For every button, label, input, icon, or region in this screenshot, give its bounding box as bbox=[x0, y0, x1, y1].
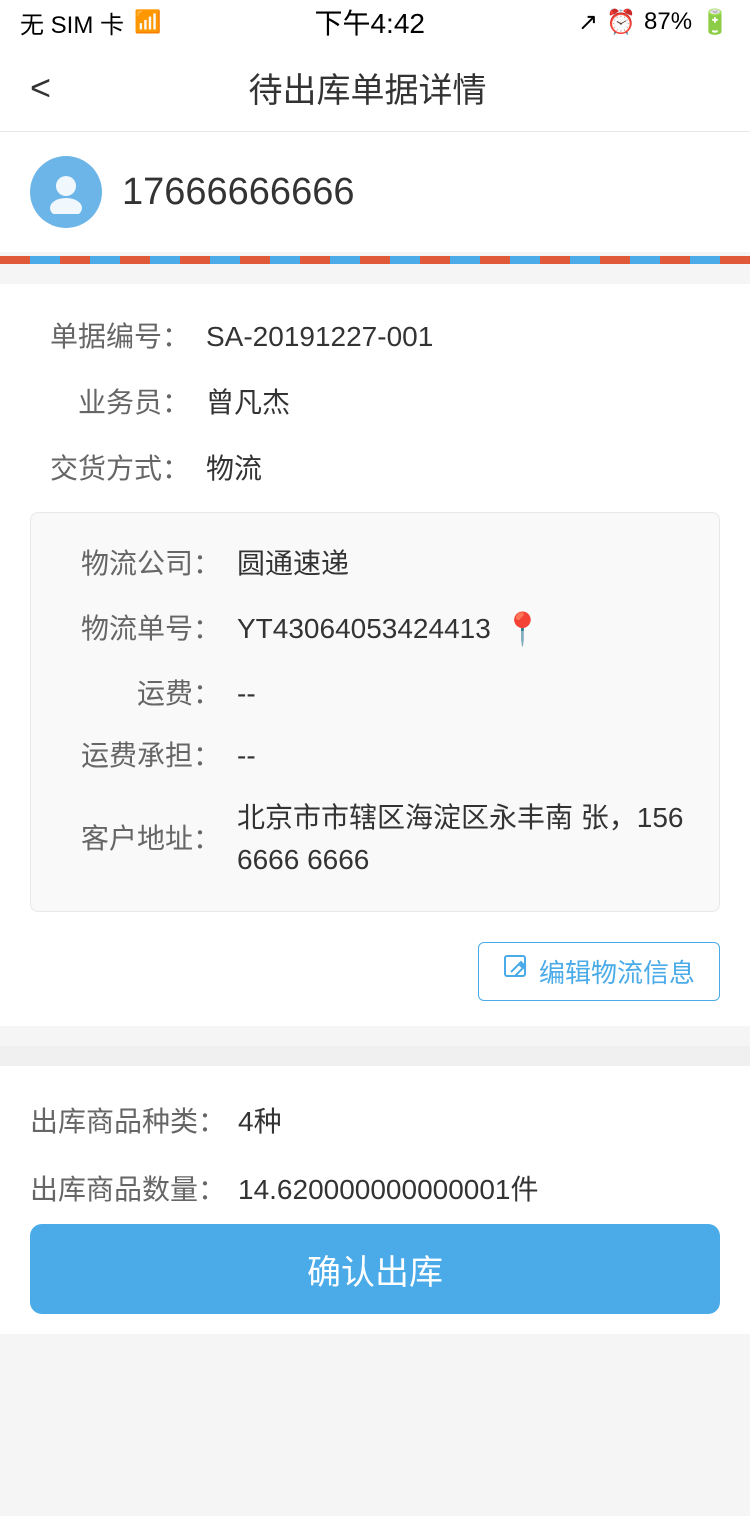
avatar bbox=[30, 156, 102, 228]
status-bar-left: 无 SIM 卡 📶 bbox=[20, 5, 161, 40]
status-bar-right: ↗ ⏰ 87% 🔋 bbox=[578, 8, 730, 37]
dashed-divider bbox=[0, 256, 750, 264]
section-divider bbox=[0, 1046, 750, 1066]
goods-quantity-value: 14.620000000000001件 bbox=[238, 1168, 720, 1208]
status-bar: 无 SIM 卡 📶 下午4:42 ↗ ⏰ 87% 🔋 bbox=[0, 0, 750, 44]
confirm-button-area: 确认出库 bbox=[0, 1204, 750, 1334]
logistics-company-label: 物流公司： bbox=[61, 543, 221, 585]
edit-logistics-label: 编辑物流信息 bbox=[539, 953, 695, 990]
logistics-company-value: 圆通速递 bbox=[237, 543, 689, 585]
customer-section: 17666666666 bbox=[0, 132, 750, 252]
logistics-tracking-value: YT43064053424413 📍 bbox=[237, 605, 689, 653]
salesperson-row: 业务员： 曾凡杰 bbox=[30, 370, 720, 436]
alarm-icon: ⏰ bbox=[606, 8, 636, 37]
edit-logistics-button[interactable]: 编辑物流信息 bbox=[478, 942, 720, 1001]
order-no-label: 单据编号： bbox=[30, 316, 190, 358]
address-label: 客户地址： bbox=[61, 818, 221, 860]
address-value: 北京市市辖区海淀区永丰南 张，156 6666 6666 bbox=[237, 797, 689, 881]
freight-row: 运费： -- bbox=[61, 663, 689, 725]
order-no-value: SA-20191227-001 bbox=[206, 316, 720, 358]
status-bar-time: 下午4:42 bbox=[314, 2, 425, 42]
delivery-value: 物流 bbox=[206, 448, 720, 490]
delivery-label: 交货方式： bbox=[30, 448, 190, 490]
goods-type-row: 出库商品种类： 4种 bbox=[30, 1086, 720, 1154]
nav-bar: < 待出库单据详情 bbox=[0, 44, 750, 132]
delivery-row: 交货方式： 物流 bbox=[30, 436, 720, 502]
location-arrow-icon: ↗ bbox=[578, 8, 598, 37]
freight-bearer-value: -- bbox=[237, 735, 689, 777]
salesperson-label: 业务员： bbox=[30, 382, 190, 424]
goods-quantity-label: 出库商品数量： bbox=[30, 1168, 230, 1208]
confirm-label: 确认出库 bbox=[307, 1245, 443, 1294]
logistics-card: 物流公司： 圆通速递 物流单号： YT43064053424413 📍 运费： … bbox=[30, 512, 720, 912]
freight-value: -- bbox=[237, 673, 689, 715]
confirm-button[interactable]: 确认出库 bbox=[30, 1224, 720, 1314]
logistics-tracking-row: 物流单号： YT43064053424413 📍 bbox=[61, 595, 689, 663]
map-pin-icon[interactable]: 📍 bbox=[503, 605, 543, 653]
freight-bearer-row: 运费承担： -- bbox=[61, 725, 689, 787]
customer-phone: 17666666666 bbox=[122, 171, 354, 214]
goods-type-label: 出库商品种类： bbox=[30, 1100, 230, 1140]
battery-text: 87% bbox=[644, 8, 692, 36]
wifi-icon: 📶 bbox=[134, 9, 161, 35]
logistics-company-row: 物流公司： 圆通速递 bbox=[61, 533, 689, 595]
salesperson-value: 曾凡杰 bbox=[206, 382, 720, 424]
edit-logistics-area: 编辑物流信息 bbox=[30, 932, 720, 1006]
battery-icon: 🔋 bbox=[700, 8, 730, 37]
back-button[interactable]: < bbox=[30, 67, 51, 109]
carrier-text: 无 SIM 卡 bbox=[20, 5, 124, 40]
bottom-spacer bbox=[0, 1336, 750, 1516]
order-info-section: 单据编号： SA-20191227-001 业务员： 曾凡杰 交货方式： 物流 … bbox=[0, 284, 750, 1026]
order-no-row: 单据编号： SA-20191227-001 bbox=[30, 304, 720, 370]
freight-label: 运费： bbox=[61, 673, 221, 715]
edit-icon bbox=[503, 954, 531, 989]
page-title: 待出库单据详情 bbox=[71, 63, 664, 112]
freight-bearer-label: 运费承担： bbox=[61, 735, 221, 777]
logistics-tracking-label: 物流单号： bbox=[61, 608, 221, 650]
goods-type-value: 4种 bbox=[238, 1100, 720, 1140]
address-row: 客户地址： 北京市市辖区海淀区永丰南 张，156 6666 6666 bbox=[61, 787, 689, 891]
